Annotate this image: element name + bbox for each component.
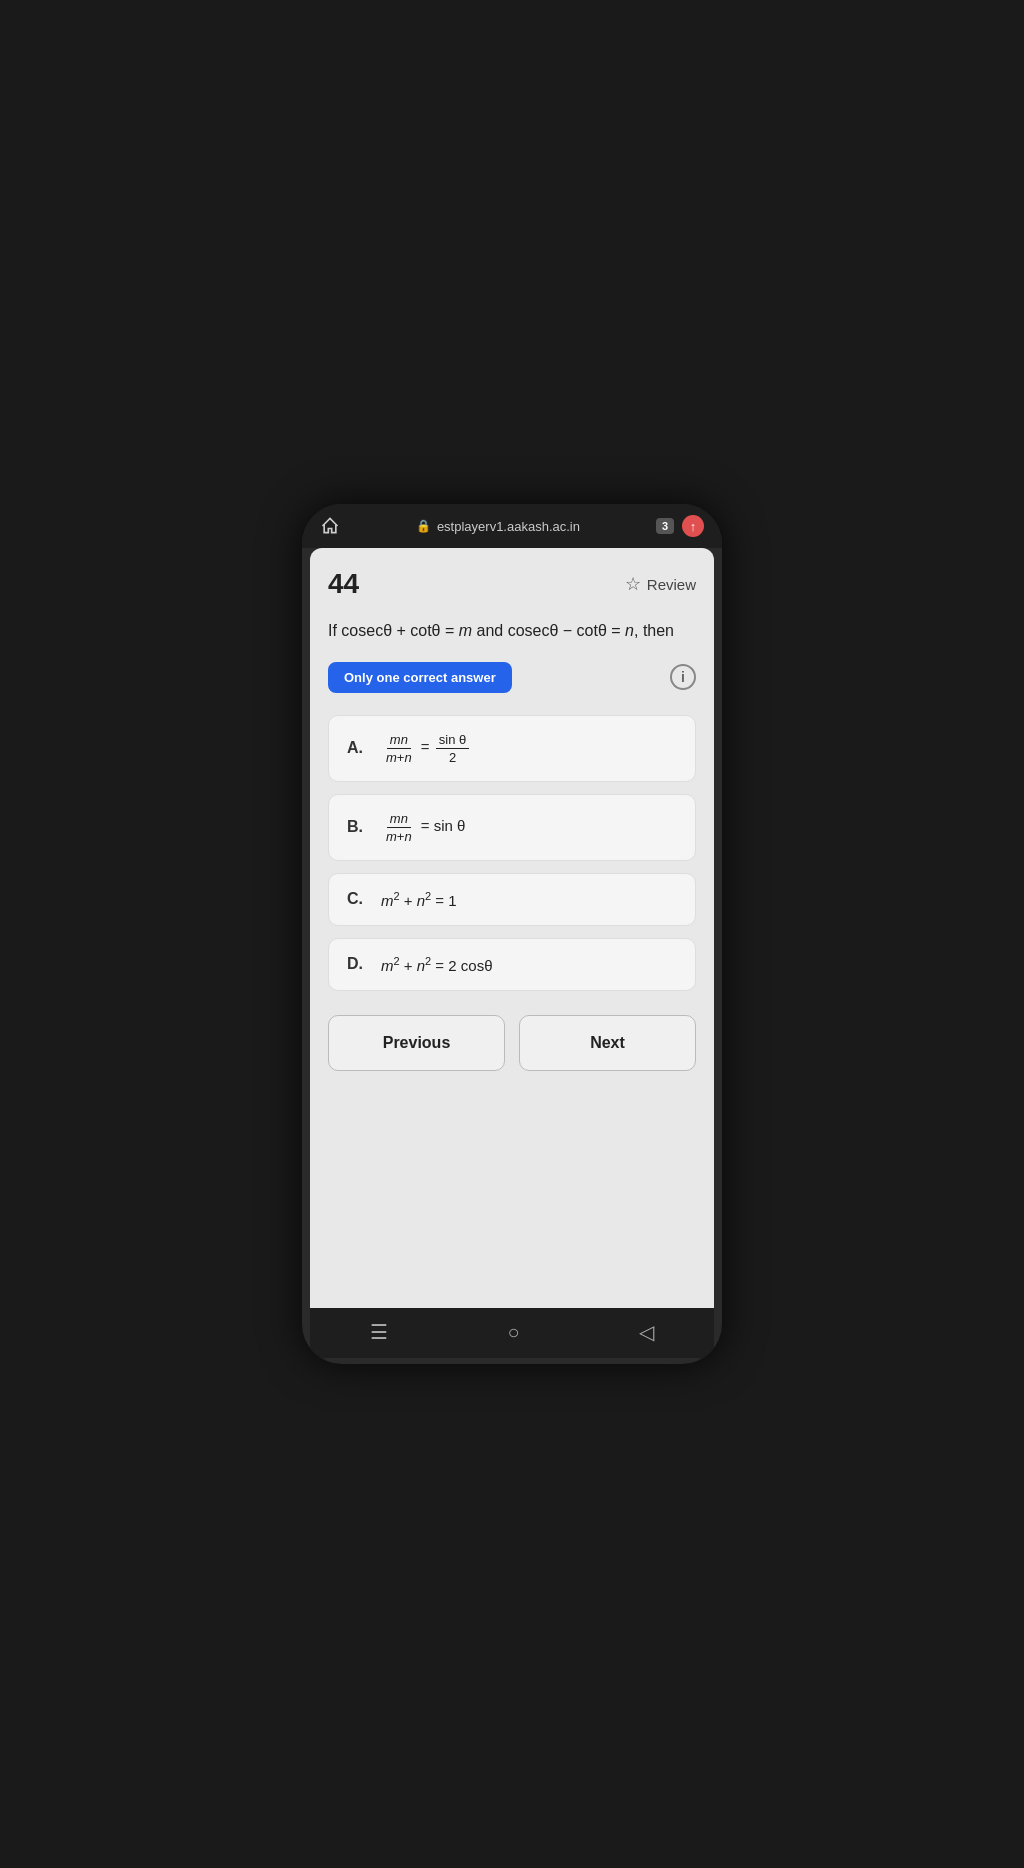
previous-button[interactable]: Previous (328, 1015, 505, 1071)
option-b-label: B. (347, 818, 367, 836)
option-c-math: m2 + n2 = 1 (381, 890, 457, 909)
answer-type-row: Only one correct answer i (328, 662, 696, 693)
phone-frame: 🔒 estplayerv1.aakash.ac.in 3 ↑ 44 ☆ Revi… (302, 504, 722, 1364)
content-area: 44 ☆ Review If cosecθ + cotθ = m and cos… (310, 548, 714, 1308)
bottom-nav-bar: ☰ ○ ◁ (310, 1308, 714, 1358)
option-c-label: C. (347, 890, 367, 908)
nav-buttons: Previous Next (328, 1015, 696, 1071)
option-c-content: C. m2 + n2 = 1 (347, 890, 677, 909)
option-d[interactable]: D. m2 + n2 = 2 cosθ (328, 938, 696, 991)
option-c[interactable]: C. m2 + n2 = 1 (328, 873, 696, 926)
status-bar: 🔒 estplayerv1.aakash.ac.in 3 ↑ (302, 504, 722, 548)
option-b[interactable]: B. mn m+n = sin θ (328, 794, 696, 861)
back-nav-icon[interactable]: ◁ (639, 1320, 654, 1344)
status-bar-right: 3 ↑ (656, 515, 704, 537)
next-button[interactable]: Next (519, 1015, 696, 1071)
home-nav-icon[interactable]: ○ (507, 1321, 519, 1344)
option-b-math: mn m+n = sin θ (381, 811, 465, 844)
answer-type-badge: Only one correct answer (328, 662, 512, 693)
option-d-content: D. m2 + n2 = 2 cosθ (347, 955, 677, 974)
url-text: estplayerv1.aakash.ac.in (437, 519, 580, 534)
status-bar-left (320, 516, 340, 536)
home-icon[interactable] (320, 516, 340, 536)
tab-count[interactable]: 3 (656, 518, 674, 534)
question-text: If cosecθ + cotθ = m and cosecθ − cotθ =… (328, 618, 696, 644)
option-a-math: mn m+n = sin θ 2 (381, 732, 471, 765)
option-d-label: D. (347, 955, 367, 973)
option-a[interactable]: A. mn m+n = sin θ 2 (328, 715, 696, 782)
question-header: 44 ☆ Review (328, 568, 696, 600)
option-a-label: A. (347, 739, 367, 757)
info-icon[interactable]: i (670, 664, 696, 690)
option-d-math: m2 + n2 = 2 cosθ (381, 955, 493, 974)
options-container: A. mn m+n = sin θ 2 (328, 715, 696, 991)
star-icon: ☆ (625, 573, 641, 595)
question-number: 44 (328, 568, 359, 600)
upload-button[interactable]: ↑ (682, 515, 704, 537)
option-a-content: A. mn m+n = sin θ 2 (347, 732, 677, 765)
option-b-content: B. mn m+n = sin θ (347, 811, 677, 844)
review-button[interactable]: ☆ Review (625, 573, 696, 595)
status-bar-center: 🔒 estplayerv1.aakash.ac.in (416, 519, 580, 534)
menu-icon[interactable]: ☰ (370, 1320, 388, 1344)
review-label: Review (647, 576, 696, 593)
lock-icon: 🔒 (416, 519, 431, 533)
